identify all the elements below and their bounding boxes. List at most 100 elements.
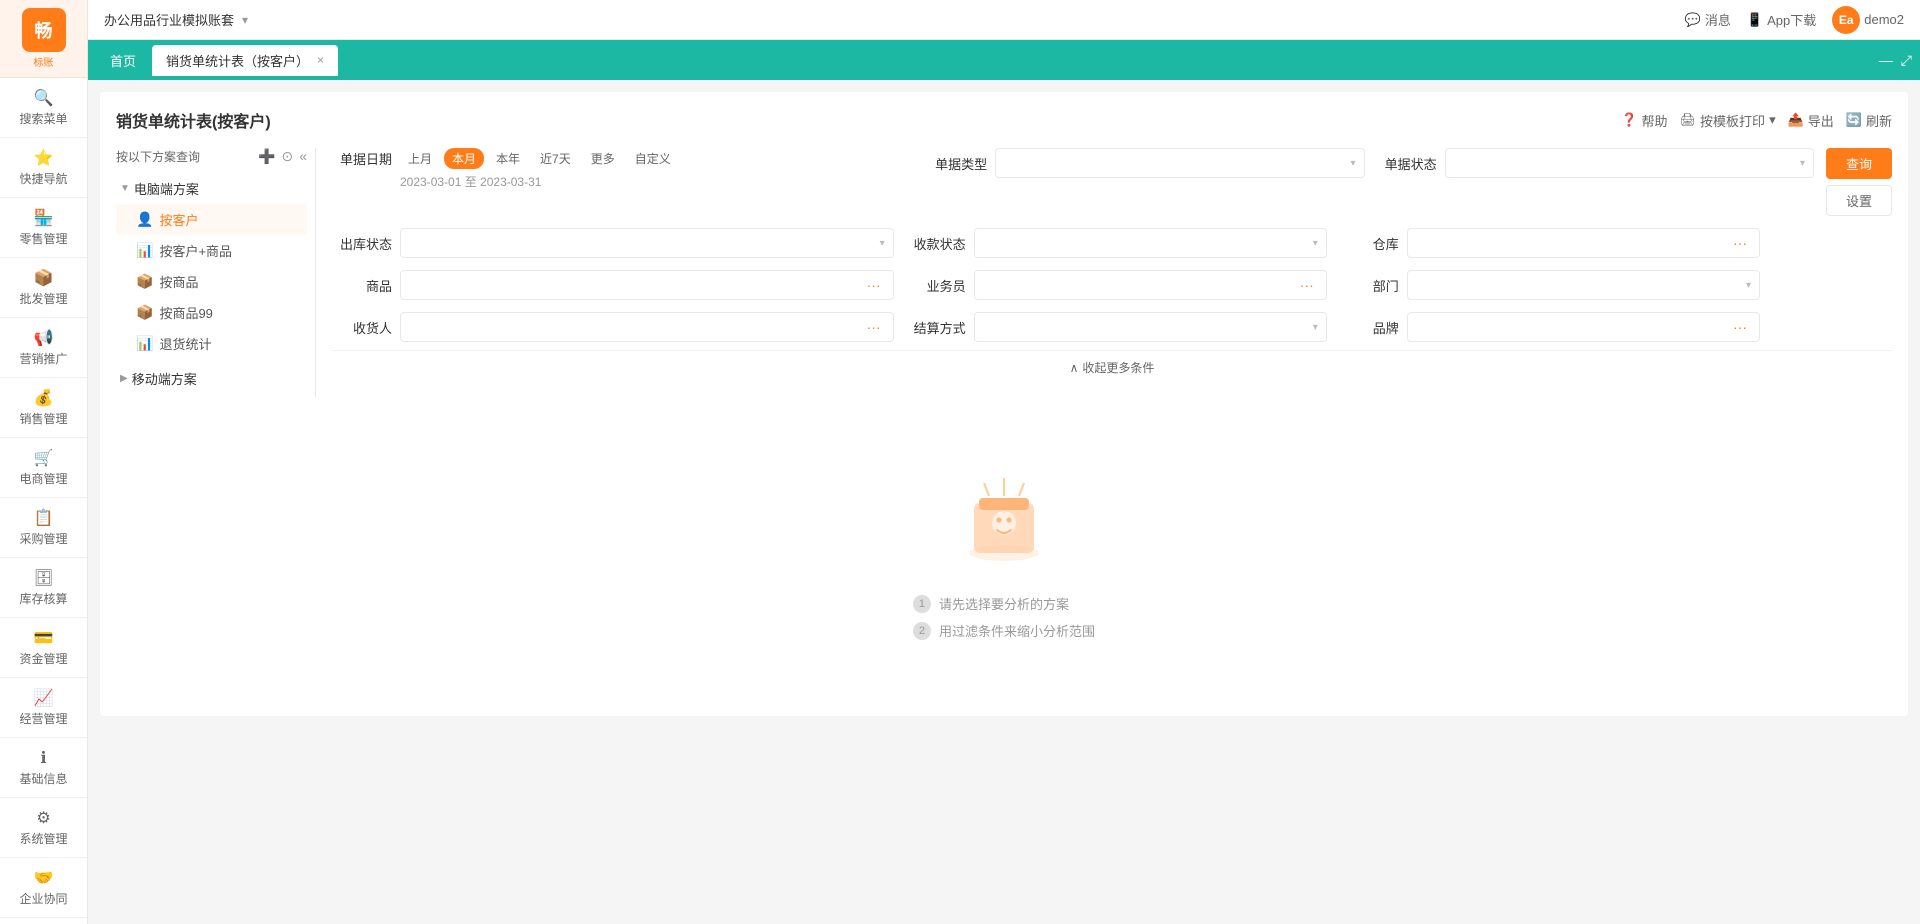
finance-icon: 💳: [34, 628, 54, 648]
tab-home[interactable]: 首页: [96, 45, 150, 76]
salesman-select[interactable]: ···: [974, 270, 1327, 300]
sidebar-item-quick-nav[interactable]: ⭐ 快捷导航: [0, 138, 87, 198]
sidebar: 畅 标账 🔍搜索菜单⭐快捷导航🏪零售管理📦批发管理📢营销推广💰销售管理🛒电商管理…: [0, 0, 88, 924]
scheme-item-by-goods-99[interactable]: 📦按商品99: [116, 297, 307, 328]
scheme-collapse-icon[interactable]: «: [299, 148, 307, 165]
scheme-item-by-customer[interactable]: 👤按客户: [116, 204, 307, 235]
sidebar-item-operations[interactable]: 📈经营管理: [0, 678, 87, 738]
payment-method-arrow: ▾: [1313, 322, 1318, 333]
scheme-item-by-customer-goods[interactable]: 📊按客户+商品: [116, 235, 307, 266]
refresh-icon: 🔄: [1846, 112, 1862, 128]
refresh-button[interactable]: 🔄 刷新: [1846, 111, 1892, 130]
sidebar-item-system-mgmt[interactable]: ⚙系统管理: [0, 798, 87, 858]
goods-ellipsis[interactable]: ···: [863, 277, 885, 293]
print-dropdown-icon: ▾: [1769, 112, 1776, 128]
date-range: 2023-03-01 至 2023-03-31: [400, 175, 541, 189]
desktop-section-header[interactable]: ▼ 电脑端方案: [116, 173, 307, 204]
collapse-button[interactable]: ∧ 收起更多条件: [332, 350, 1892, 384]
tip-num-1: 1: [913, 595, 931, 613]
scheme-settings-icon[interactable]: ⊙: [281, 148, 293, 165]
query-button[interactable]: 查询: [1826, 148, 1892, 179]
message-button[interactable]: 💬 消息: [1685, 10, 1731, 29]
date-tab-近7天[interactable]: 近7天: [532, 148, 579, 169]
sidebar-item-inventory[interactable]: 🗄库存核算: [0, 558, 87, 618]
sidebar-item-ecommerce[interactable]: 🛒电商管理: [0, 438, 87, 498]
sidebar-item-onboarding[interactable]: 📘新手引导: [0, 918, 87, 924]
scheme-add-icon[interactable]: ➕: [258, 148, 275, 165]
sidebar-item-enterprise[interactable]: 🤝企业协同: [0, 858, 87, 918]
wholesale-mgmt-icon: 📦: [34, 268, 54, 288]
sidebar-item-purchase[interactable]: 📋采购管理: [0, 498, 87, 558]
help-button[interactable]: ❓ 帮助: [1621, 111, 1667, 130]
date-tab-自定义[interactable]: 自定义: [627, 148, 679, 169]
dept-select[interactable]: ▾: [1407, 270, 1760, 300]
warehouse-select[interactable]: ···: [1407, 228, 1760, 258]
message-icon: 💬: [1685, 12, 1701, 28]
export-button[interactable]: 📤 导出: [1788, 111, 1834, 130]
date-tab-本月[interactable]: 本月: [444, 148, 484, 169]
date-label: 单据日期: [332, 149, 392, 168]
refresh-label: 刷新: [1866, 111, 1892, 130]
tab-minimize-icon[interactable]: —: [1879, 52, 1893, 68]
brand-select[interactable]: ···: [1407, 312, 1760, 342]
tab-controls: — ⤢: [1879, 52, 1912, 69]
sidebar-item-retail-mgmt[interactable]: 🏪零售管理: [0, 198, 87, 258]
scheme-item-by-goods[interactable]: 📦按商品: [116, 266, 307, 297]
goods-label: 商品: [332, 276, 392, 295]
quick-nav-icon: ⭐: [34, 148, 54, 168]
mobile-section-header[interactable]: ▶ 移动端方案: [116, 363, 307, 394]
brand-label: 品牌: [1339, 318, 1399, 337]
settings-button[interactable]: 设置: [1826, 185, 1892, 216]
header-left: 办公用品行业模拟账套 ▾: [104, 10, 248, 29]
tab-close-icon[interactable]: ×: [317, 53, 324, 67]
payment-status-label: 收款状态: [906, 234, 966, 253]
doc-type-label: 单据类型: [927, 154, 987, 173]
tab-bar: 首页 销货单统计表（按客户） × — ⤢: [88, 40, 1920, 80]
sidebar-item-wholesale-mgmt[interactable]: 📦 批发管理: [0, 258, 87, 318]
brand-ellipsis[interactable]: ···: [1729, 319, 1751, 335]
desktop-section-label: 电脑端方案: [134, 179, 199, 198]
doc-type-select[interactable]: ▾: [995, 148, 1364, 178]
purchase-icon: 📋: [34, 508, 54, 528]
empty-tips: 1 请先选择要分析的方案 2 用过滤条件来缩小分析范围: [913, 594, 1095, 640]
wholesale-mgmt-label: 批发管理: [19, 290, 67, 307]
date-tab-上月[interactable]: 上月: [400, 148, 440, 169]
inventory-icon: 🗄: [33, 568, 53, 588]
tab-sales-stats[interactable]: 销货单统计表（按客户） ×: [152, 45, 338, 76]
logo-icon: 畅: [22, 8, 66, 52]
sidebar-item-sales-mgmt[interactable]: 💰销售管理: [0, 378, 87, 438]
industry-dropdown[interactable]: ▾: [242, 13, 248, 27]
receiver-ellipsis[interactable]: ···: [863, 319, 885, 335]
basic-info-icon: ℹ: [40, 748, 46, 768]
print-button[interactable]: 🖨 按模板打印 ▾: [1680, 111, 1776, 130]
sales-mgmt-icon: 💰: [34, 388, 54, 408]
tip-num-2: 2: [913, 622, 931, 640]
date-tab-本年[interactable]: 本年: [488, 148, 528, 169]
warehouse-label: 仓库: [1339, 234, 1399, 253]
scheme-item-return-stats[interactable]: 📊退货统计: [116, 328, 307, 359]
export-label: 导出: [1808, 111, 1834, 130]
payment-method-select[interactable]: ▾: [974, 312, 1327, 342]
goods-select[interactable]: ···: [400, 270, 894, 300]
dept-label: 部门: [1339, 276, 1399, 295]
date-tabs: 上月本月本年近7天更多自定义: [400, 148, 679, 169]
user-profile[interactable]: Ea demo2: [1832, 6, 1904, 34]
sidebar-nav: 🔍搜索菜单 ⭐ 快捷导航 🏪零售管理 📦 批发管理 📢营销推广💰销售管理🛒电商管理📋采购管理…: [0, 78, 87, 924]
sidebar-item-basic-info[interactable]: ℹ基础信息: [0, 738, 87, 798]
by-goods-99-icon: 📦: [136, 304, 153, 321]
payment-status-select[interactable]: ▾: [974, 228, 1327, 258]
avatar: Ea: [1832, 6, 1860, 34]
sidebar-item-marketing[interactable]: 📢营销推广: [0, 318, 87, 378]
doc-status-select[interactable]: ▾: [1445, 148, 1814, 178]
date-tab-更多[interactable]: 更多: [583, 148, 623, 169]
tab-maximize-icon[interactable]: ⤢: [1901, 52, 1912, 69]
sidebar-item-search-menu[interactable]: 🔍搜索菜单: [0, 78, 87, 138]
receiver-select[interactable]: ···: [400, 312, 894, 342]
payment-method-label: 结算方式: [906, 318, 966, 337]
salesman-ellipsis[interactable]: ···: [1296, 277, 1318, 293]
quick-nav-label: 快捷导航: [19, 170, 67, 187]
sidebar-item-finance[interactable]: 💳资金管理: [0, 618, 87, 678]
app-download-button[interactable]: 📱 App下载: [1747, 10, 1816, 29]
out-status-select[interactable]: ▾: [400, 228, 894, 258]
warehouse-ellipsis[interactable]: ···: [1729, 235, 1751, 251]
